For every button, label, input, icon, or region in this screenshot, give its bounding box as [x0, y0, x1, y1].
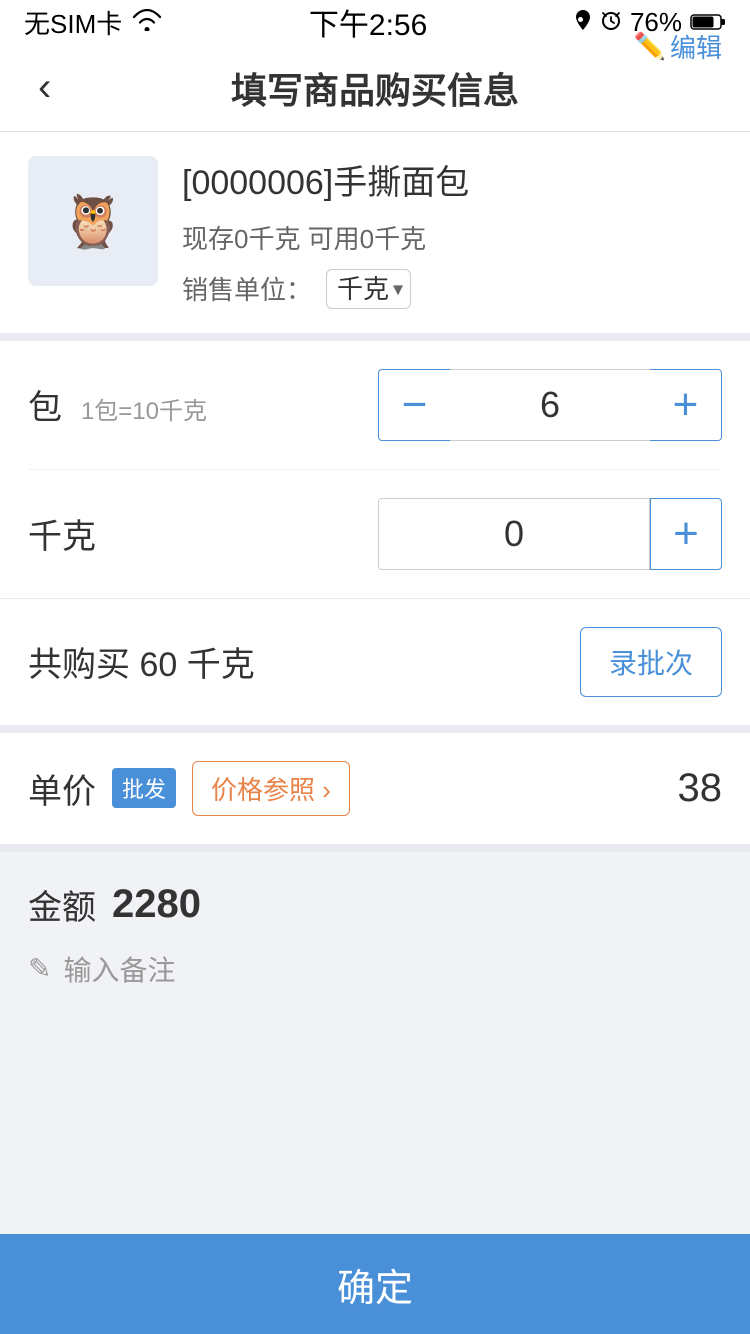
bag-decrement-button[interactable]: − — [378, 369, 450, 441]
price-left: 单价 批发 价格参照 › — [28, 761, 350, 816]
price-ref-button[interactable]: 价格参照 › — [192, 761, 350, 816]
product-card: 🦉 [0000006]手撕面包 现存0千克 可用0千克 销售单位： 千克 ✏️ … — [0, 132, 750, 341]
back-button[interactable]: ‹ — [28, 55, 61, 120]
wifi-icon — [132, 7, 162, 38]
quantity-section: 包 1包=10千克 − + 千克 + — [0, 341, 750, 599]
status-bar-time: 下午2:56 — [309, 0, 427, 44]
price-value: 38 — [678, 766, 723, 811]
kg-increment-button[interactable]: + — [650, 498, 722, 570]
product-unit-row: 销售单位： 千克 — [182, 269, 722, 309]
price-label: 单价 — [28, 764, 96, 813]
product-name: [0000006]手撕面包 — [182, 160, 722, 208]
edit-icon: ✏️ — [634, 31, 666, 62]
bag-increment-button[interactable]: + — [650, 369, 722, 441]
unit-select-wrapper[interactable]: 千克 — [326, 269, 411, 309]
note-row[interactable]: ✎ 输入备注 — [28, 929, 722, 989]
total-section: 共购买 60 千克 录批次 — [0, 599, 750, 733]
amount-value: 2280 — [112, 882, 201, 927]
product-logo: 🦉 — [61, 191, 126, 252]
edit-button[interactable]: ✏️ 编辑 — [634, 28, 722, 65]
status-bar-left: 无SIM卡 — [24, 4, 162, 41]
record-batch-button[interactable]: 录批次 — [580, 627, 722, 697]
confirm-button[interactable]: 确定 — [0, 1234, 750, 1334]
product-stock: 现存0千克 可用0千克 — [182, 220, 722, 259]
price-section: 单价 批发 价格参照 › 38 — [0, 733, 750, 852]
bag-sublabel: 1包=10千克 — [81, 398, 207, 425]
note-icon: ✎ — [28, 952, 51, 985]
amount-row: 金额 2280 — [28, 880, 722, 929]
bag-row: 包 1包=10千克 − + — [28, 341, 722, 470]
amount-label: 金额 — [28, 880, 96, 929]
kg-label: 千克 — [28, 518, 96, 556]
unit-select[interactable]: 千克 — [326, 269, 411, 309]
price-tag: 批发 — [112, 768, 176, 808]
unit-label: 销售单位： — [182, 270, 312, 307]
bag-label: 包 — [28, 389, 62, 427]
location-icon — [574, 7, 592, 38]
total-label: 共购买 60 千克 — [28, 637, 255, 686]
kg-row: 千克 + — [28, 470, 722, 598]
amount-section: 金额 2280 ✎ 输入备注 — [0, 852, 750, 989]
product-image: 🦉 — [28, 156, 158, 286]
bag-label-area: 包 1包=10千克 — [28, 380, 207, 429]
page-title: 填写商品购买信息 — [231, 62, 519, 114]
kg-controls: + — [378, 498, 722, 570]
carrier-label: 无SIM卡 — [24, 4, 122, 41]
alarm-icon — [600, 7, 622, 38]
kg-input[interactable] — [378, 498, 650, 570]
kg-label-area: 千克 — [28, 509, 96, 558]
product-info: [0000006]手撕面包 现存0千克 可用0千克 销售单位： 千克 — [182, 156, 722, 309]
bag-controls: − + — [378, 369, 722, 441]
note-placeholder: 输入备注 — [63, 949, 175, 989]
bag-input[interactable] — [450, 369, 650, 441]
edit-label: 编辑 — [670, 28, 722, 65]
